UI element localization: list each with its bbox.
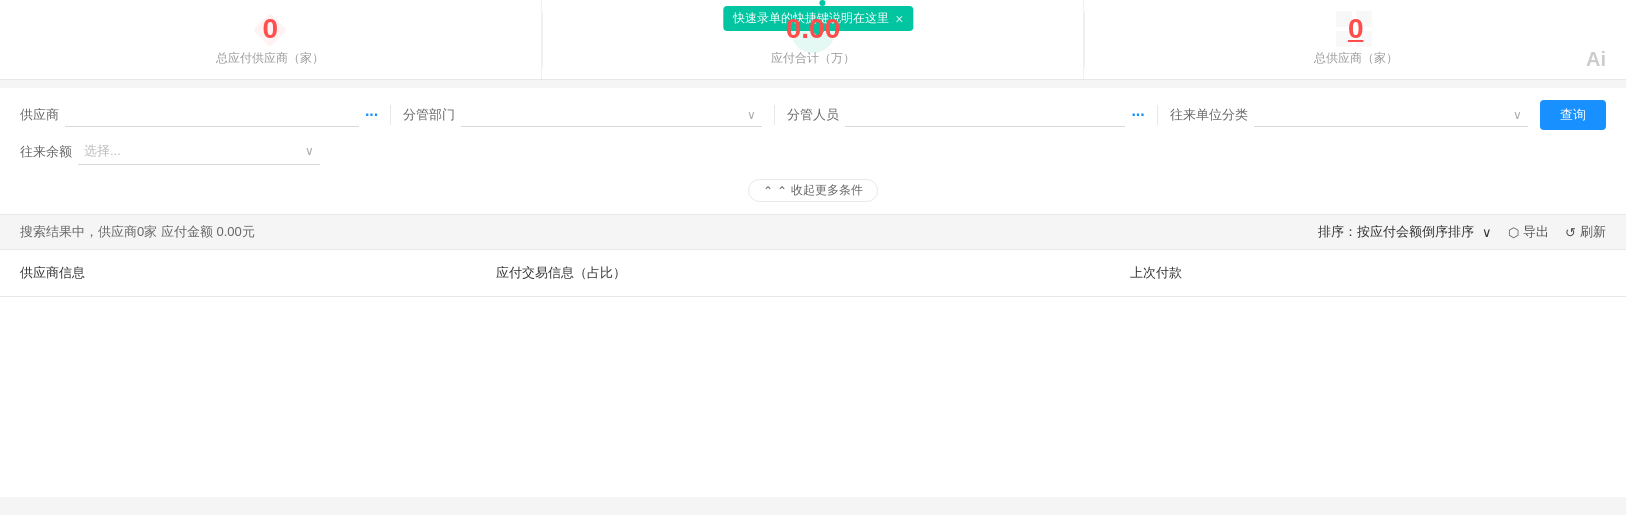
collapse-button[interactable]: ⌃ ⌃ 收起更多条件 (748, 179, 877, 202)
collapse-label: 收起更多条件 (791, 182, 863, 199)
export-label: 导出 (1523, 223, 1549, 241)
tooltip-close-btn[interactable]: × (895, 11, 903, 27)
filter-section: 供应商 ··· 分管部门 ∨ 分管人员 ··· 往来单位分类 ∨ (0, 88, 1626, 215)
supplier-input[interactable] (65, 103, 359, 127)
divider-3 (1157, 105, 1158, 125)
refresh-button[interactable]: ↺ 刷新 (1565, 223, 1606, 241)
manager-dots-btn[interactable]: ··· (1131, 106, 1144, 124)
shortcut-tooltip: 快速录单的快捷键说明在这里 × (809, 0, 827, 8)
col-header-lastpay: 上次付款 (1130, 264, 1606, 282)
export-button[interactable]: ⬡ 导出 (1508, 223, 1549, 241)
manager-label: 分管人员 (787, 106, 839, 124)
stat-payable-total: ¥ 0.00 应付合计（万） 快速录单的快捷键说明在这里 × (543, 0, 1085, 79)
department-label: 分管部门 (403, 106, 455, 124)
department-chevron-icon: ∨ (747, 108, 756, 122)
divider-1 (390, 105, 391, 125)
results-info: 搜索结果中，供应商0家 应付金额 0.00元 (20, 223, 255, 241)
balance-chevron-icon: ∨ (305, 144, 314, 158)
col-header-transaction: 应付交易信息（占比） (496, 264, 1130, 282)
stat-total-suppliers: 0 总供应商（家） Ai (1085, 0, 1626, 79)
ai-label: Ai (1586, 48, 1606, 71)
results-actions: 排序：按应付会额倒序排序 ∨ ⬡ 导出 ↺ 刷新 (1318, 223, 1606, 241)
refresh-label: 刷新 (1580, 223, 1606, 241)
supplier-dots-btn[interactable]: ··· (365, 106, 378, 124)
total-suppliers-value: 0 (1348, 12, 1364, 46)
filter-manager: 分管人员 ··· (787, 103, 1145, 127)
unit-class-select[interactable]: ∨ (1254, 104, 1528, 127)
payable-total-label: 应付合计（万） (771, 50, 855, 67)
collapse-up-icon: ⌃ ⌃ (763, 184, 786, 198)
filter-department: 分管部门 ∨ (403, 104, 761, 127)
search-button[interactable]: 查询 (1540, 100, 1606, 130)
filter-supplier: 供应商 ··· (20, 103, 378, 127)
sort-select[interactable]: 排序：按应付会额倒序排序 ∨ (1318, 223, 1492, 241)
filter-unit-class: 往来单位分类 ∨ (1170, 104, 1528, 127)
divider-2 (774, 105, 775, 125)
col-header-supplier: 供应商信息 (20, 264, 496, 282)
results-bar: 搜索结果中，供应商0家 应付金额 0.00元 排序：按应付会额倒序排序 ∨ ⬡ … (0, 215, 1626, 250)
supplier-label: 供应商 (20, 106, 59, 124)
collapse-row: ⌃ ⌃ 收起更多条件 (20, 173, 1606, 206)
balance-placeholder: 选择... (84, 142, 305, 160)
diamond-icon: ◆ (248, 8, 292, 52)
sort-label: 排序：按应付会额倒序排序 (1318, 223, 1474, 241)
svg-text:◆: ◆ (266, 23, 276, 37)
total-suppliers-label: 总供应商（家） (1314, 50, 1398, 67)
top-stats-bar: ◆ 0 总应付供应商（家） ¥ 0.00 应付合计（万） 快速录单的快捷键说明在… (0, 0, 1626, 80)
payable-total-value: 0.00 (786, 12, 841, 46)
department-select[interactable]: ∨ (461, 104, 761, 127)
filter-row-2: 往来余额 选择... ∨ (20, 138, 1606, 165)
stat-payable-suppliers: ◆ 0 总应付供应商（家） (0, 0, 542, 79)
balance-label: 往来余额 (20, 143, 72, 161)
unit-class-label: 往来单位分类 (1170, 106, 1248, 124)
manager-input[interactable] (845, 103, 1126, 127)
filter-balance: 往来余额 选择... ∨ (20, 138, 320, 165)
payable-suppliers-label: 总应付供应商（家） (216, 50, 324, 67)
sort-chevron-icon: ∨ (1482, 225, 1492, 240)
refresh-icon: ↺ (1565, 225, 1576, 240)
unit-class-chevron-icon: ∨ (1513, 108, 1522, 122)
table-body (0, 297, 1626, 497)
table-header: 供应商信息 应付交易信息（占比） 上次付款 (0, 250, 1626, 297)
filter-row-1: 供应商 ··· 分管部门 ∨ 分管人员 ··· 往来单位分类 ∨ (20, 100, 1606, 130)
balance-select[interactable]: 选择... ∨ (78, 138, 320, 165)
export-icon: ⬡ (1508, 225, 1519, 240)
